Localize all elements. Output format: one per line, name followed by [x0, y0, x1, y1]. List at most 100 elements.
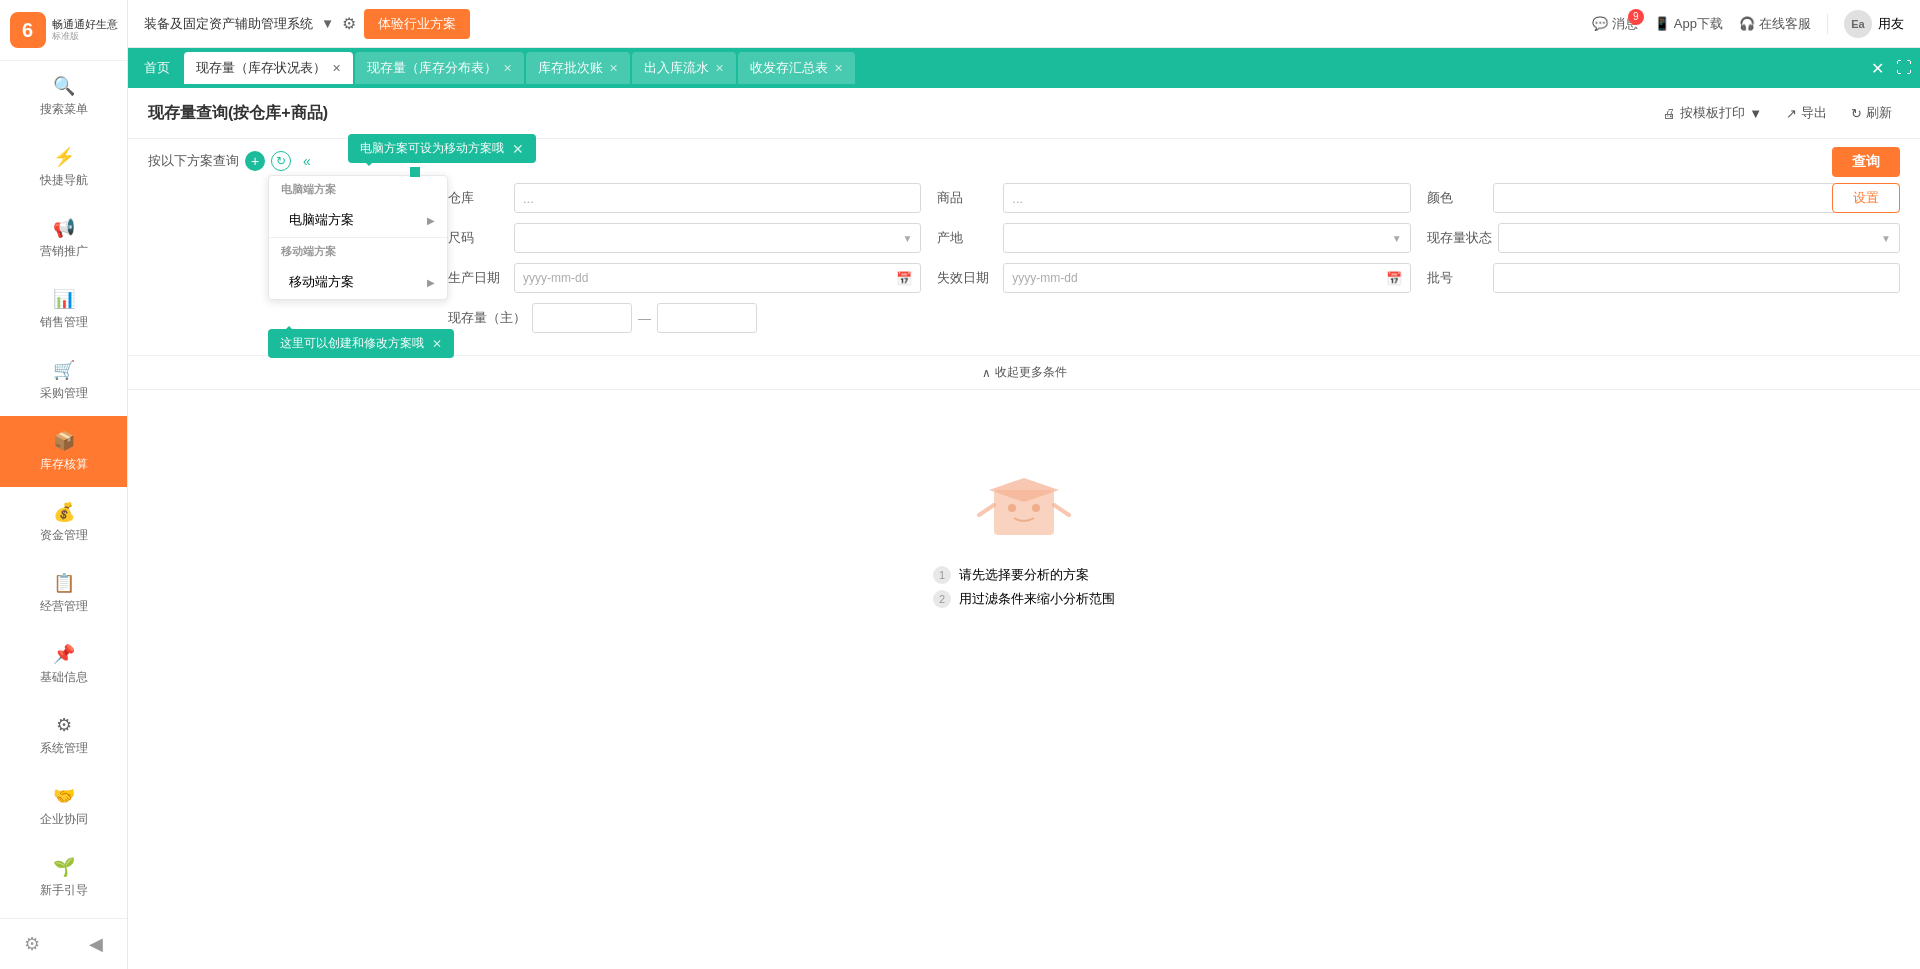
username: 用友	[1878, 15, 1904, 33]
filter-field-stock-status: 现存量状态 ▼	[1427, 223, 1900, 253]
settings-bottom-icon[interactable]: ⚙	[20, 929, 44, 959]
headset-icon: 🎧	[1739, 16, 1755, 31]
finance-label: 资金管理	[40, 527, 88, 544]
stock-status-label: 现存量状态	[1427, 229, 1492, 247]
collapse-sidebar-icon[interactable]: ◀	[85, 929, 107, 959]
app-download-action[interactable]: 📱 App下载	[1654, 15, 1723, 33]
tab-inventory-status-close[interactable]: ✕	[332, 62, 341, 75]
search-menu-label: 搜索菜单	[40, 101, 88, 118]
tab-batch-account[interactable]: 库存批次账 ✕	[526, 52, 630, 84]
stock-qty-min[interactable]	[532, 303, 632, 333]
enterprise-label: 企业协同	[40, 811, 88, 828]
page-content: 现存量查询(按仓库+商品) 🖨 按模板打印 ▼ ↗ 导出 ↻ 刷新	[128, 88, 1920, 969]
sidebar-item-guide[interactable]: 🌱 新手引导	[0, 842, 127, 913]
origin-select[interactable]: ▼	[1003, 223, 1410, 253]
add-scheme-btn[interactable]: +	[245, 151, 265, 171]
stock-qty-max[interactable]	[657, 303, 757, 333]
inventory-icon: 📦	[53, 430, 75, 452]
tab-inout-flow-label: 出入库流水	[644, 59, 709, 77]
filter-field-color: 颜色 ▼	[1427, 183, 1900, 213]
filter-label-row: 按以下方案查询 + ↻ « 电脑方案可设为移动方案哦 ✕	[148, 151, 1900, 171]
refresh-scheme-btn[interactable]: ↻	[271, 151, 291, 171]
sidebar-item-system[interactable]: ⚙ 系统管理	[0, 700, 127, 771]
svg-point-1	[1008, 504, 1016, 512]
system-selector-btn[interactable]: ▼	[321, 16, 334, 31]
sidebar-item-inventory[interactable]: 📦 库存核算	[0, 416, 127, 487]
refresh-btn[interactable]: ↻ 刷新	[1843, 100, 1900, 126]
scheme-section-mobile: 移动端方案	[269, 237, 447, 265]
sidebar-item-operations[interactable]: 📋 经营管理	[0, 558, 127, 629]
purchase-icon: 🛒	[53, 359, 75, 381]
size-label: 尺码	[448, 229, 508, 247]
expire-date-start[interactable]: yyyy-mm-dd 📅	[1003, 263, 1410, 293]
messages-action[interactable]: 💬 消息 9	[1592, 15, 1638, 33]
tab-inout-flow-close[interactable]: ✕	[715, 62, 724, 75]
scheme-item-pc[interactable]: 电脑端方案 ▶	[269, 203, 447, 237]
scheme-item-mobile[interactable]: 移动端方案 ▶	[269, 265, 447, 299]
tab-batch-account-label: 库存批次账	[538, 59, 603, 77]
filter-section: 按以下方案查询 + ↻ « 电脑方案可设为移动方案哦 ✕ 电脑端方案	[128, 139, 1920, 356]
export-btn[interactable]: ↗ 导出	[1778, 100, 1835, 126]
set-btn[interactable]: 设置	[1832, 183, 1900, 213]
sidebar-item-enterprise[interactable]: 🤝 企业协同	[0, 771, 127, 842]
online-support-action[interactable]: 🎧 在线客服	[1739, 15, 1811, 33]
print-template-btn[interactable]: 🖨 按模板打印 ▼	[1655, 100, 1770, 126]
arrow-scheme-btn[interactable]: «	[297, 151, 317, 171]
sidebar-item-quick-nav[interactable]: ⚡ 快捷导航	[0, 132, 127, 203]
stock-qty-range: —	[532, 303, 1353, 333]
tooltip2-close[interactable]: ✕	[432, 337, 442, 351]
collapse-label: 收起更多条件	[995, 364, 1067, 381]
scheme-dropdown: 电脑端方案 电脑端方案 ▶ 移动端方案 移动端方案 ▶	[268, 175, 448, 300]
tab-collect-summary[interactable]: 收发存汇总表 ✕	[738, 52, 855, 84]
search-btn[interactable]: 查询	[1832, 147, 1900, 177]
filter-row-3: 生产日期 yyyy-mm-dd 📅 失效日期 yyyy-mm-dd 📅	[448, 263, 1900, 293]
tab-inventory-dist[interactable]: 现存量（库存分布表） ✕	[355, 52, 524, 84]
logo-icon: 6	[10, 12, 46, 48]
quick-nav-icon: ⚡	[53, 146, 75, 168]
tab-batch-account-close[interactable]: ✕	[609, 62, 618, 75]
basic-info-icon: 📌	[53, 643, 75, 665]
experience-btn[interactable]: 体验行业方案	[364, 9, 470, 39]
sidebar-item-marketing[interactable]: 📢 营销推广	[0, 203, 127, 274]
tab-inventory-dist-close[interactable]: ✕	[503, 62, 512, 75]
collapse-bar[interactable]: ∧ 收起更多条件	[128, 356, 1920, 390]
empty-icon	[974, 450, 1074, 550]
tooltip-scheme-create: 这里可以创建和修改方案哦 ✕	[268, 329, 454, 358]
page-title: 现存量查询(按仓库+商品)	[148, 103, 328, 124]
user-info[interactable]: Ea 用友	[1844, 10, 1904, 38]
filter-row-1: 仓库 ... 商品 ... 颜色	[448, 183, 1900, 213]
tooltip1-close[interactable]: ✕	[512, 141, 524, 157]
sidebar-item-finance[interactable]: 💰 资金管理	[0, 487, 127, 558]
collapse-icon: ∧	[982, 366, 991, 380]
tab-collect-summary-close[interactable]: ✕	[834, 62, 843, 75]
tab-close-all-icon[interactable]: ✕	[1867, 55, 1888, 82]
sidebar-item-basic-info[interactable]: 📌 基础信息	[0, 629, 127, 700]
tab-bar-end: ✕ ⛶	[1867, 55, 1916, 82]
sidebar-item-search-menu[interactable]: 🔍 搜索菜单	[0, 61, 127, 132]
warehouse-input[interactable]: ...	[514, 183, 921, 213]
avatar: Ea	[1844, 10, 1872, 38]
header-settings-icon[interactable]: ⚙	[342, 14, 356, 33]
size-dropdown-icon: ▼	[902, 233, 912, 244]
warehouse-label: 仓库	[448, 189, 508, 207]
stock-status-select[interactable]: ▼	[1498, 223, 1900, 253]
tab-inventory-dist-label: 现存量（库存分布表）	[367, 59, 497, 77]
size-select[interactable]: ▼	[514, 223, 921, 253]
tab-inout-flow[interactable]: 出入库流水 ✕	[632, 52, 736, 84]
guide-icon: 🌱	[53, 856, 75, 878]
scheme-section-pc: 电脑端方案	[269, 176, 447, 203]
product-input[interactable]: ...	[1003, 183, 1410, 213]
filter-row-2: 尺码 ▼ 产地 ▼	[448, 223, 1900, 253]
product-label: 商品	[937, 189, 997, 207]
sales-label: 销售管理	[40, 314, 88, 331]
batch-no-input[interactable]	[1493, 263, 1900, 293]
scheme-item-arrow: ▶	[427, 215, 435, 226]
tab-inventory-status[interactable]: 现存量（库存状况表） ✕	[184, 52, 353, 84]
dot-indicator	[410, 167, 420, 177]
basic-info-label: 基础信息	[40, 669, 88, 686]
sidebar-item-purchase[interactable]: 🛒 采购管理	[0, 345, 127, 416]
production-date-start[interactable]: yyyy-mm-dd 📅	[514, 263, 921, 293]
tab-home[interactable]: 首页	[132, 52, 182, 84]
sidebar-item-sales[interactable]: 📊 销售管理	[0, 274, 127, 345]
tab-maximize-icon[interactable]: ⛶	[1892, 55, 1916, 81]
